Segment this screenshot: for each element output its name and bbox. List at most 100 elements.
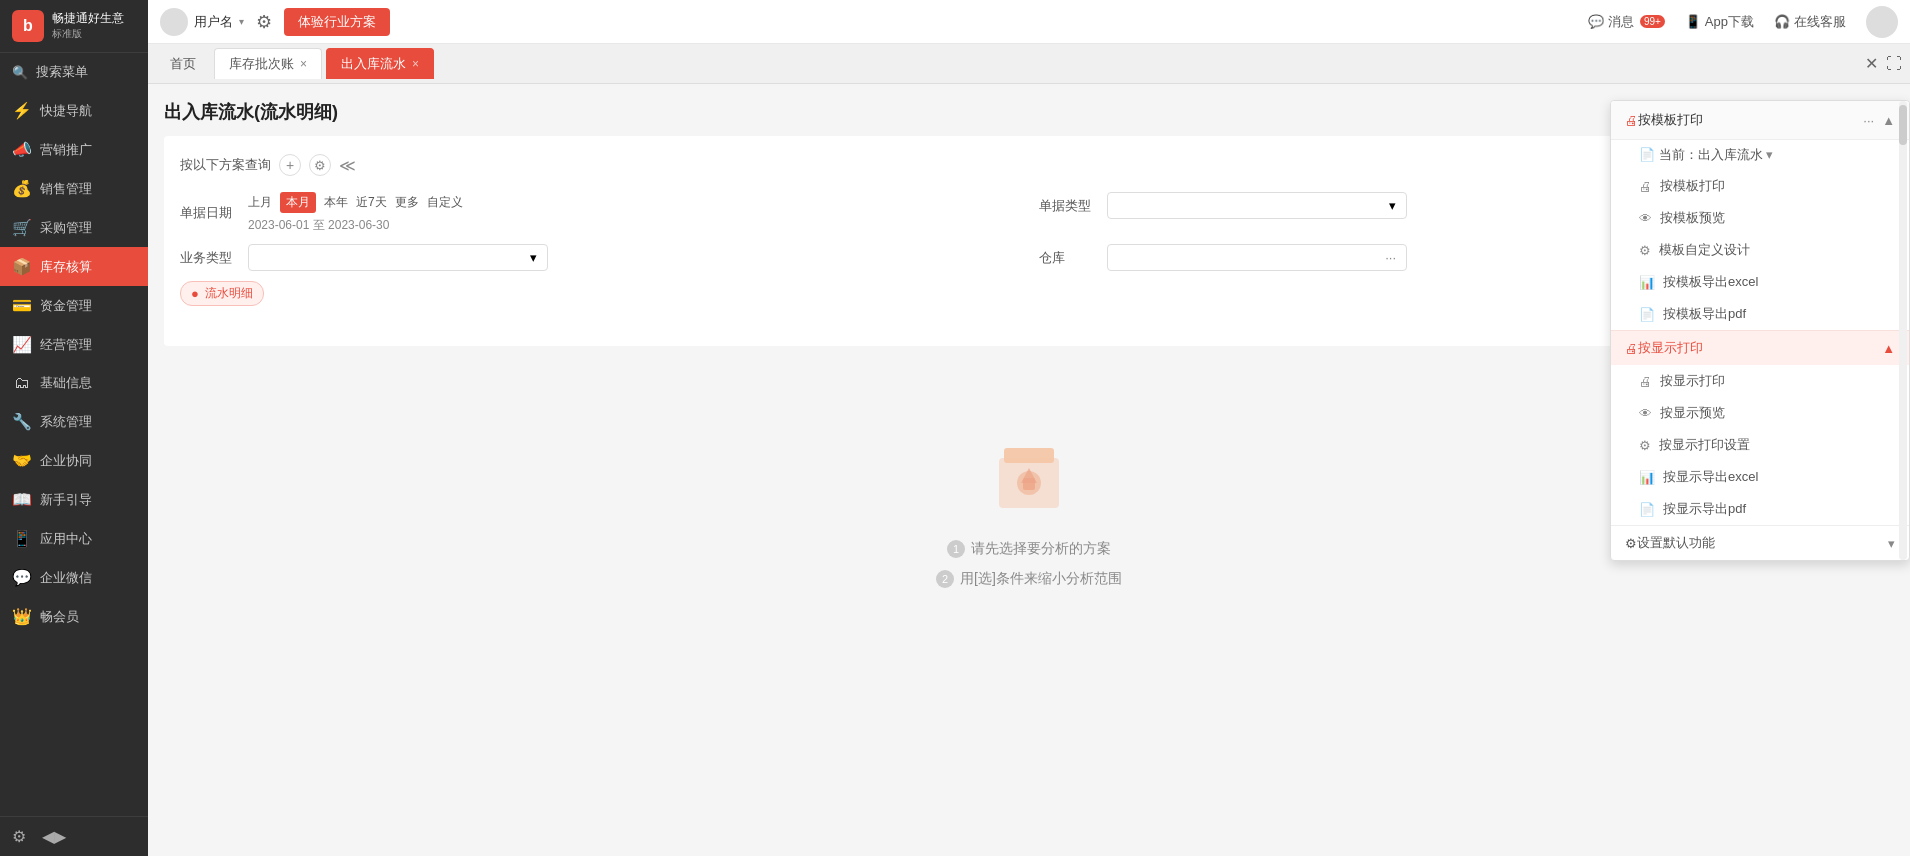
gear-icon[interactable]: ⚙	[256, 11, 272, 33]
user-dropdown-icon: ▾	[239, 16, 244, 27]
doc-type-select[interactable]: ▾	[1107, 192, 1407, 219]
sidebar-item-label: 经营管理	[40, 336, 92, 354]
sidebar-item-system[interactable]: 🔧 系统管理	[0, 402, 148, 441]
tab-home[interactable]: 首页	[156, 49, 210, 79]
dropdown-item-display-print[interactable]: 🖨 按显示打印	[1611, 365, 1909, 397]
date-range-display: 2023-06-01 至 2023-06-30	[248, 217, 463, 234]
window-close-icon[interactable]: ✕	[1865, 54, 1878, 73]
sidebar-item-label: 销售管理	[40, 180, 92, 198]
search-icon: 🔍	[12, 65, 28, 80]
filter-date-item: 单据日期 上月 本月 本年 近7天 更多 自定义 2023-06-01 至 20…	[180, 192, 1019, 234]
filter-business-type-item: 业务类型 ▾	[180, 244, 1019, 271]
finance-icon: 💳	[12, 296, 32, 315]
footer-arrow-icon: ▾	[1888, 536, 1895, 551]
design-template-icon: ⚙	[1639, 243, 1651, 258]
date-shortcut-custom[interactable]: 自定义	[427, 194, 463, 211]
user-selector[interactable]: 用户名 ▾	[160, 8, 244, 36]
filter-collapse-button[interactable]: ≪	[339, 156, 356, 175]
dropdown-item-display-settings[interactable]: ⚙ 按显示打印设置	[1611, 429, 1909, 461]
sidebar-item-apps[interactable]: 📱 应用中心	[0, 519, 148, 558]
sidebar-item-member[interactable]: 👑 畅会员	[0, 597, 148, 636]
date-shortcut-this-year[interactable]: 本年	[324, 194, 348, 211]
sidebar-item-label: 基础信息	[40, 374, 92, 392]
print-display-icon: 🖨	[1639, 374, 1652, 389]
date-filter-group: 上月 本月 本年 近7天 更多 自定义 2023-06-01 至 2023-06…	[248, 192, 463, 234]
warehouse-more-icon: ···	[1385, 250, 1396, 265]
display-section-collapse[interactable]: ▲	[1882, 341, 1895, 356]
date-shortcut-last-month[interactable]: 上月	[248, 194, 272, 211]
sidebar-item-sales[interactable]: 💰 销售管理	[0, 169, 148, 208]
app-name: 畅捷通好生意	[52, 11, 124, 27]
tag-icon: ●	[191, 286, 199, 301]
tip-number-2: 2	[936, 570, 954, 588]
window-maximize-icon[interactable]: ⛶	[1886, 55, 1902, 73]
dropdown-item-label: 按模板导出excel	[1663, 273, 1758, 291]
date-shortcut-more[interactable]: 更多	[395, 194, 419, 211]
user-avatar-small	[160, 8, 188, 36]
basic-icon: 🗂	[12, 374, 32, 392]
marketing-icon: 📣	[12, 140, 32, 159]
sidebar-item-basic[interactable]: 🗂 基础信息	[0, 364, 148, 402]
sidebar-item-finance[interactable]: 💳 资金管理	[0, 286, 148, 325]
dropdown-display-section[interactable]: 🖨 按显示打印 ▲	[1611, 330, 1909, 365]
filter-settings-button[interactable]: ⚙	[309, 154, 331, 176]
tab-inventory-batch-close[interactable]: ×	[300, 57, 307, 71]
app-download-button[interactable]: 📱 App下载	[1685, 13, 1754, 31]
footer-settings-icon: ⚙	[1625, 536, 1637, 551]
dropdown-footer[interactable]: ⚙ 设置默认功能 ▾	[1611, 525, 1909, 560]
dropdown-title: 按模板打印	[1638, 111, 1703, 129]
filter-add-button[interactable]: +	[279, 154, 301, 176]
dropdown-item-display-excel[interactable]: 📊 按显示导出excel	[1611, 461, 1909, 493]
tab-inventory-batch[interactable]: 库存批次账 ×	[214, 48, 322, 79]
sidebar-item-quick-nav[interactable]: ⚡ 快捷导航	[0, 91, 148, 130]
sidebar-item-inventory[interactable]: 📦 库存核算	[0, 247, 148, 286]
filter-tag-flow-detail[interactable]: ● 流水明细	[180, 281, 264, 306]
dropdown-item-label: 按模板导出pdf	[1663, 305, 1746, 323]
collapse-icon[interactable]: ◀▶	[42, 827, 66, 846]
member-icon: 👑	[12, 607, 32, 626]
dropdown-item-template-excel[interactable]: 📊 按模板导出excel	[1611, 266, 1909, 298]
print-template-icon: 🖨	[1639, 179, 1652, 194]
dropdown-item-display-pdf[interactable]: 📄 按显示导出pdf	[1611, 493, 1909, 525]
sidebar-item-operations[interactable]: 📈 经营管理	[0, 325, 148, 364]
dropdown-item-template-design[interactable]: ⚙ 模板自定义设计	[1611, 234, 1909, 266]
tab-stock-flow[interactable]: 出入库流水 ×	[326, 48, 434, 79]
sidebar-item-purchase[interactable]: 🛒 采购管理	[0, 208, 148, 247]
sidebar-item-guide[interactable]: 📖 新手引导	[0, 480, 148, 519]
date-label: 单据日期	[180, 204, 240, 222]
date-shortcut-this-month[interactable]: 本月	[280, 192, 316, 213]
dropdown-item-display-preview[interactable]: 👁 按显示预览	[1611, 397, 1909, 429]
sidebar-item-marketing[interactable]: 📣 营销推广	[0, 130, 148, 169]
topbar: 用户名 ▾ ⚙ 体验行业方案 💬 消息 99+ 📱 App下载 🎧 在线客服	[148, 0, 1910, 44]
dropdown-item-template-pdf[interactable]: 📄 按模板导出pdf	[1611, 298, 1909, 330]
sidebar-item-search[interactable]: 🔍 搜索菜单	[0, 53, 148, 91]
settings-icon[interactable]: ⚙	[12, 827, 26, 846]
settings-icon: ⚙	[314, 158, 326, 173]
message-button[interactable]: 💬 消息 99+	[1588, 13, 1665, 31]
current-template-label: 当前：出入库流水	[1659, 147, 1763, 162]
sidebar: b 畅捷通好生意 标准版 🔍 搜索菜单 ⚡ 快捷导航 📣 营销推广 💰 销售管理…	[0, 0, 148, 856]
filter-label: 按以下方案查询	[180, 156, 271, 174]
collapse-icon: ≪	[339, 157, 356, 174]
date-shortcut-7days[interactable]: 近7天	[356, 194, 387, 211]
sidebar-item-partner[interactable]: 🤝 企业协同	[0, 441, 148, 480]
dropdown-scrollbar[interactable]	[1899, 101, 1907, 560]
online-service-button[interactable]: 🎧 在线客服	[1774, 13, 1846, 31]
dropdown-more-icon[interactable]: ···	[1863, 113, 1874, 128]
warehouse-select[interactable]: ···	[1107, 244, 1407, 271]
sales-icon: 💰	[12, 179, 32, 198]
business-type-select[interactable]: ▾	[248, 244, 548, 271]
dropdown-header[interactable]: 🖨 按模板打印 ··· ▲	[1611, 101, 1909, 140]
dropdown-current-template[interactable]: 📄 当前：出入库流水 ▾	[1611, 140, 1909, 170]
dropdown-item-template-print[interactable]: 🖨 按模板打印	[1611, 170, 1909, 202]
filter-tag-label: 流水明细	[205, 285, 253, 302]
dropdown-item-template-preview[interactable]: 👁 按模板预览	[1611, 202, 1909, 234]
dropdown-collapse-icon[interactable]: ▲	[1882, 113, 1895, 128]
industry-solution-button[interactable]: 体验行业方案	[284, 8, 390, 36]
user-avatar[interactable]	[1866, 6, 1898, 38]
tab-stock-flow-close[interactable]: ×	[412, 57, 419, 71]
message-label: 消息	[1608, 13, 1634, 31]
message-icon: 💬	[1588, 14, 1604, 29]
inventory-icon: 📦	[12, 257, 32, 276]
sidebar-item-wechat[interactable]: 💬 企业微信	[0, 558, 148, 597]
